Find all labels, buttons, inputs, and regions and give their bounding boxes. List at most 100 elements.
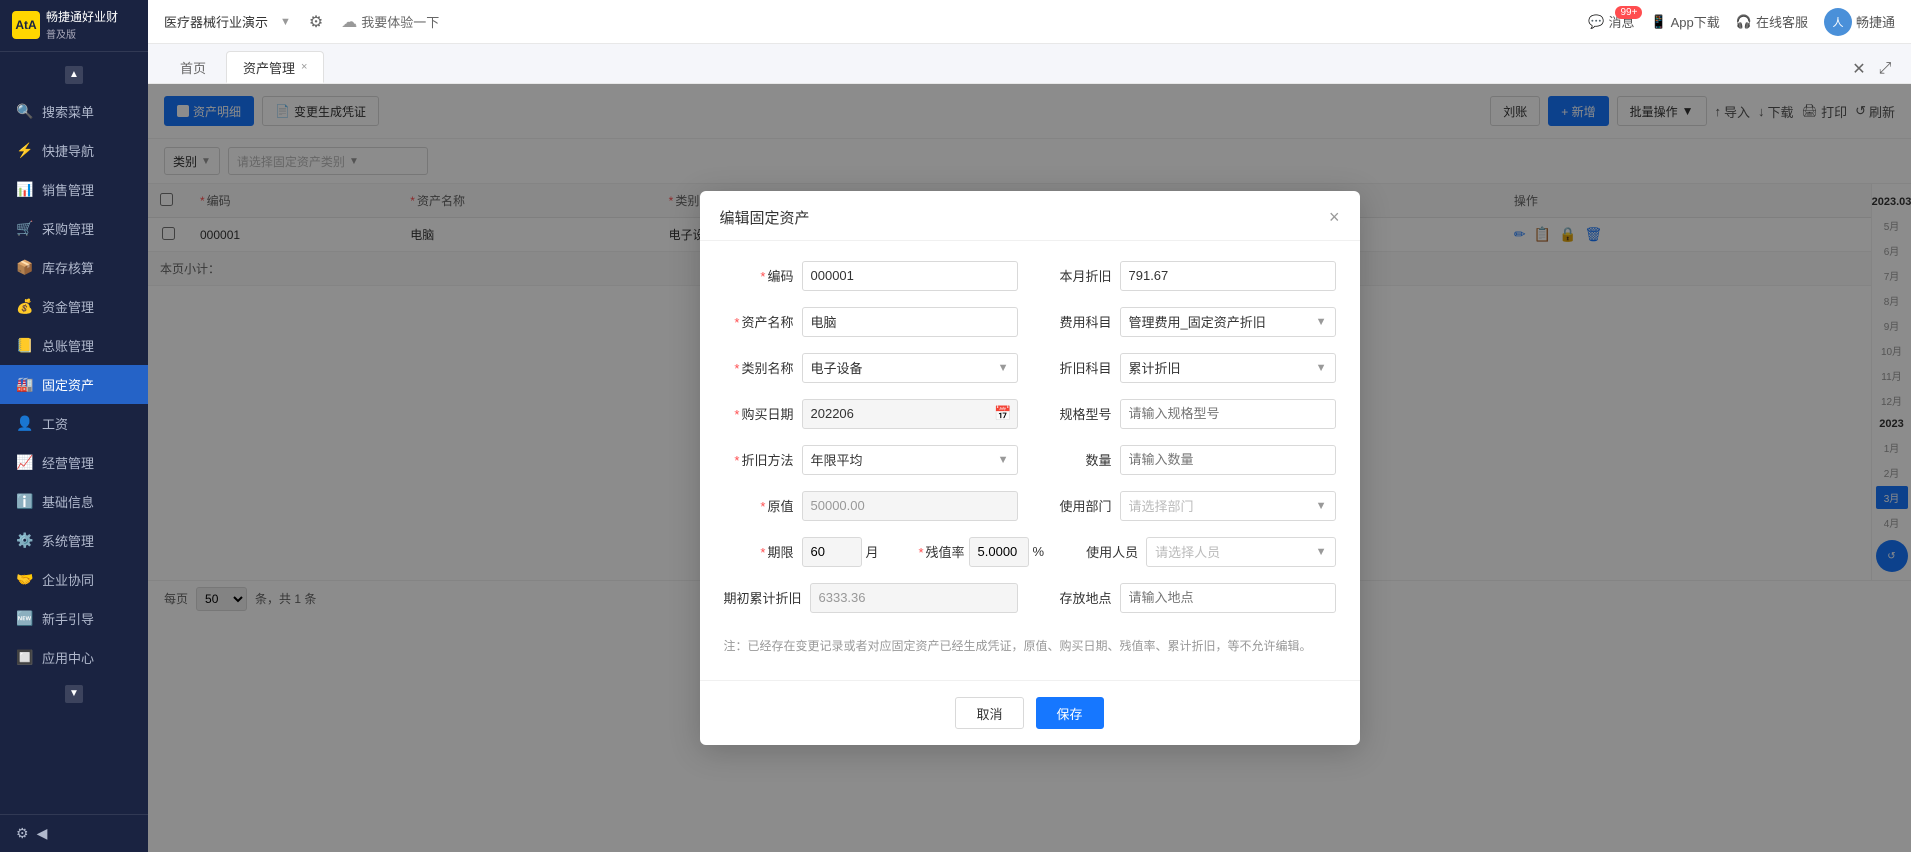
form-row-4: 购买日期 📅 规格型号 [724,399,1336,429]
sidebar-logo: AtA 畅捷通好业财 普及版 [0,0,148,52]
enterprise-icon: 🤝 [16,570,34,588]
message-btn[interactable]: 💬 消息 99+ [1588,12,1634,31]
expense-subject-value: 管理费用_固定资产折旧 [1129,312,1266,331]
experience-btn[interactable]: ☁ 我要体验一下 [341,12,439,32]
form-row-7: 期限 月 残值率 % 使用人员 [724,537,1336,567]
topbar-right: 💬 消息 99+ 📱 App下载 🎧 在线客服 人 畅捷通 [1588,8,1895,36]
save-button[interactable]: 保存 [1036,697,1104,729]
app-download-btn[interactable]: 📱 App下载 [1650,12,1719,31]
dep-method-arrow-icon: ▼ [998,454,1009,466]
expense-subject-select[interactable]: 管理费用_固定资产折旧 ▼ [1120,307,1336,337]
modal-title: 编辑固定资产 [720,207,810,228]
spec-label: 规格型号 [1042,404,1112,423]
month-dep-input[interactable] [1120,261,1336,291]
window-maximize-btn[interactable]: ⤢ [1875,59,1895,79]
company-name[interactable]: 医疗器械行业演示 [164,12,268,31]
tab-asset-management[interactable]: 资产管理 × [226,51,324,83]
sidebar-item-fixed-assets[interactable]: 🏭 固定资产 [0,365,148,404]
initial-dep-input[interactable] [810,583,1018,613]
sidebar-item-inventory[interactable]: 📦 库存核算 [0,248,148,287]
person-placeholder: 请选择人员 [1155,542,1220,561]
sidebar-item-purchase[interactable]: 🛒 采购管理 [0,209,148,248]
sidebar-item-ledger[interactable]: 📒 总账管理 [0,326,148,365]
user-avatar: 人 [1824,8,1852,36]
sidebar-item-label: 快捷导航 [42,141,94,160]
month-dep-label: 本月折旧 [1042,266,1112,285]
location-input[interactable] [1120,583,1336,613]
field-original-value: 原值 [724,491,1018,521]
category-select-modal[interactable]: 电子设备 ▼ [802,353,1018,383]
field-asset-name: 资产名称 [724,307,1018,337]
phone-icon: 📱 [1650,14,1666,30]
edit-asset-modal: 编辑固定资产 × 编码 本月折旧 [700,191,1360,745]
topbar-settings-icon[interactable]: ⚙ [303,10,329,34]
sidebar-item-operations[interactable]: 📈 经营管理 [0,443,148,482]
purchase-date-label: 购买日期 [724,404,794,423]
purchase-date-input[interactable] [802,399,1018,429]
modal-close-btn[interactable]: × [1329,207,1340,228]
sidebar-scroll-up[interactable]: ▲ [65,66,83,84]
experience-label: 我要体验一下 [361,12,439,31]
sidebar-item-funds[interactable]: 💰 资金管理 [0,287,148,326]
search-icon: 🔍 [16,102,34,120]
sidebar-item-label: 应用中心 [42,648,94,667]
window-close-btn[interactable]: ✕ [1849,59,1869,79]
field-dept: 使用部门 请选择部门 ▼ [1042,491,1336,521]
settings-icon[interactable]: ⚙ [16,825,29,842]
sidebar-scroll-down[interactable]: ▼ [65,685,83,703]
person-label: 使用人员 [1068,542,1138,561]
form-row-5: 折旧方法 年限平均 ▼ 数量 [724,445,1336,475]
inventory-icon: 📦 [16,258,34,276]
logo-title: 畅捷通好业财 [46,10,118,26]
apps-icon: 🔲 [16,648,34,666]
cancel-button[interactable]: 取消 [955,697,1023,729]
funds-icon: 💰 [16,297,34,315]
sidebar-bottom: ⚙ ◀ [0,814,148,852]
sidebar-item-apps[interactable]: 🔲 应用中心 [0,638,148,677]
sidebar-item-guide[interactable]: 🆕 新手引导 [0,599,148,638]
form-row-1: 编码 本月折旧 [724,261,1336,291]
form-row-2: 资产名称 费用科目 管理费用_固定资产折旧 ▼ [724,307,1336,337]
sidebar-item-system[interactable]: ⚙️ 系统管理 [0,521,148,560]
field-category: 类别名称 电子设备 ▼ [724,353,1018,383]
field-initial-dep: 期初累计折旧 [724,583,1018,613]
field-person: 使用人员 请选择人员 ▼ [1068,537,1335,567]
page-content: 资产明细 📄 变更生成凭证 刘账 + 新增 批量操作 ▼ [148,84,1911,852]
sidebar-item-search[interactable]: 🔍 搜索菜单 [0,92,148,131]
asset-name-input[interactable] [802,307,1018,337]
dept-select[interactable]: 请选择部门 ▼ [1120,491,1336,521]
original-value-input[interactable] [802,491,1018,521]
person-select[interactable]: 请选择人员 ▼ [1146,537,1335,567]
modal-header: 编辑固定资产 × [700,191,1360,241]
form-row-6: 原值 使用部门 请选择部门 ▼ [724,491,1336,521]
period-input[interactable] [802,537,862,567]
main-area: 医疗器械行业演示 ▼ ⚙ ☁ 我要体验一下 💬 消息 99+ 📱 App下载 🎧 [148,0,1911,852]
sidebar-item-basic[interactable]: ℹ️ 基础信息 [0,482,148,521]
sidebar-item-quicknav[interactable]: ⚡ 快捷导航 [0,131,148,170]
code-input[interactable] [802,261,1018,291]
field-month-dep: 本月折旧 [1042,261,1336,291]
tab-home[interactable]: 首页 [164,51,222,83]
sidebar-item-label: 固定资产 [42,375,94,394]
collapse-icon[interactable]: ◀ [37,825,48,842]
quantity-label: 数量 [1042,450,1112,469]
tab-close-icon[interactable]: × [301,61,307,73]
dep-method-select[interactable]: 年限平均 ▼ [802,445,1018,475]
calendar-icon[interactable]: 📅 [994,405,1011,422]
sidebar-item-payroll[interactable]: 👤 工资 [0,404,148,443]
spec-input[interactable] [1120,399,1336,429]
online-service-btn[interactable]: 🎧 在线客服 [1736,12,1808,31]
guide-icon: 🆕 [16,609,34,627]
sidebar-item-sales[interactable]: 📊 销售管理 [0,170,148,209]
quantity-input[interactable] [1120,445,1336,475]
field-period-residual: 期限 月 残值率 % [724,537,1045,567]
sidebar-item-label: 基础信息 [42,492,94,511]
user-menu[interactable]: 人 畅捷通 [1824,8,1895,36]
sidebar-item-enterprise[interactable]: 🤝 企业协同 [0,560,148,599]
category-label: 类别名称 [724,358,794,377]
person-arrow-icon: ▼ [1316,546,1327,558]
dep-subject-select[interactable]: 累计折旧 ▼ [1120,353,1336,383]
content-tabs: 首页 资产管理 × ✕ ⤢ [148,44,1911,84]
period-label: 期限 [724,542,794,561]
residual-rate-input[interactable] [969,537,1029,567]
